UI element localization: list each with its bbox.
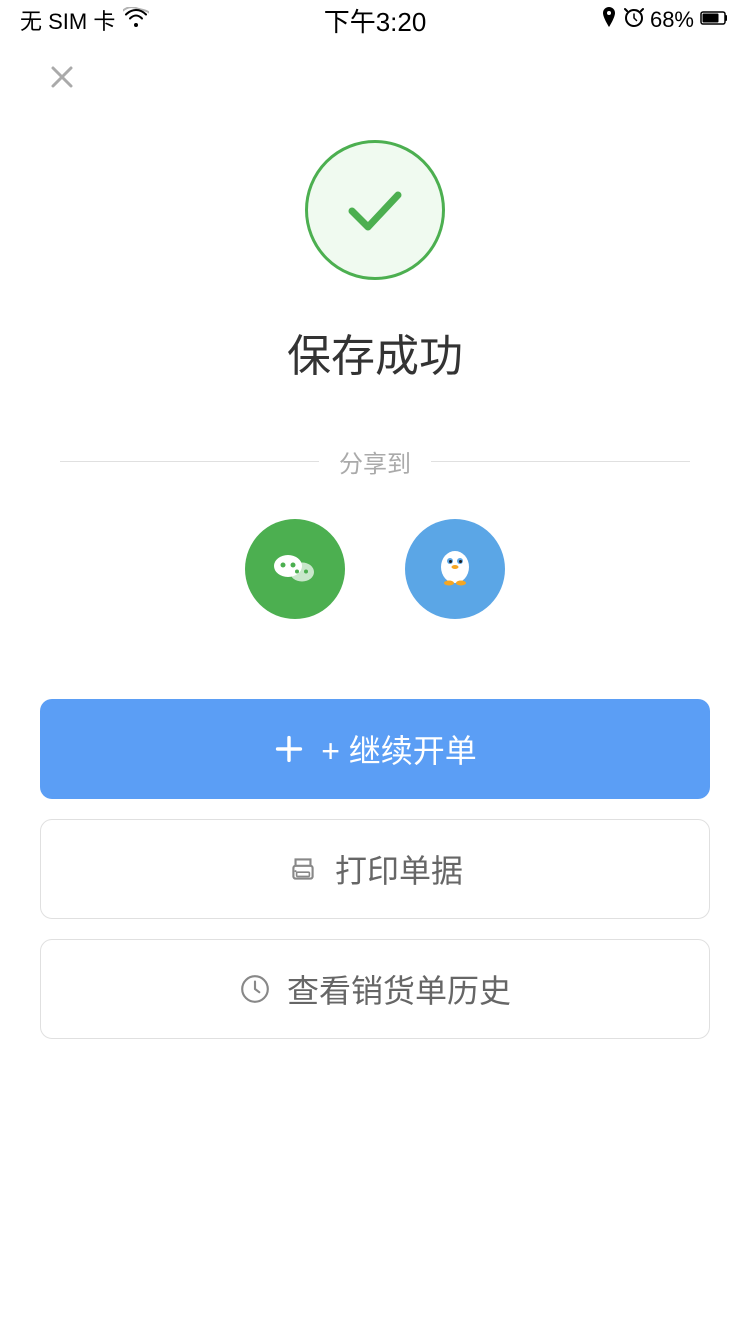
main-content: 保存成功 分享到 — [0, 40, 750, 1334]
share-icons-row — [245, 519, 505, 619]
no-sim-text: 无 SIM 卡 — [20, 4, 115, 36]
continue-button[interactable]: + 继续开单 — [40, 699, 710, 799]
location-icon — [600, 6, 618, 34]
success-icon-circle — [305, 140, 445, 280]
printer-icon — [287, 853, 319, 885]
divider-right — [431, 461, 690, 462]
status-right: 68% — [600, 6, 730, 34]
plus-icon — [273, 733, 305, 765]
print-button[interactable]: 打印单据 — [40, 819, 710, 919]
status-time: 下午3:20 — [324, 2, 427, 39]
status-left: 无 SIM 卡 — [20, 4, 149, 36]
battery-icon — [700, 7, 730, 33]
wifi-icon — [123, 7, 149, 33]
history-label: 查看销货单历史 — [287, 966, 511, 1012]
wechat-share-button[interactable] — [245, 519, 345, 619]
close-button[interactable] — [40, 55, 84, 99]
battery-text: 68% — [650, 7, 694, 33]
qq-share-button[interactable] — [405, 519, 505, 619]
clock-icon — [239, 973, 271, 1005]
share-text: 分享到 — [319, 444, 431, 479]
print-label: 打印单据 — [335, 846, 463, 892]
status-bar: 无 SIM 卡 下午3:20 68% — [0, 0, 750, 40]
checkmark-icon — [340, 175, 410, 245]
success-title: 保存成功 — [287, 320, 463, 384]
alarm-icon — [624, 6, 644, 34]
share-divider: 分享到 — [0, 444, 750, 479]
history-button[interactable]: 查看销货单历史 — [40, 939, 710, 1039]
actions-container: + 继续开单 打印单据 查看销货单历史 — [0, 699, 750, 1039]
continue-label: + 继续开单 — [321, 726, 477, 772]
divider-left — [60, 461, 319, 462]
